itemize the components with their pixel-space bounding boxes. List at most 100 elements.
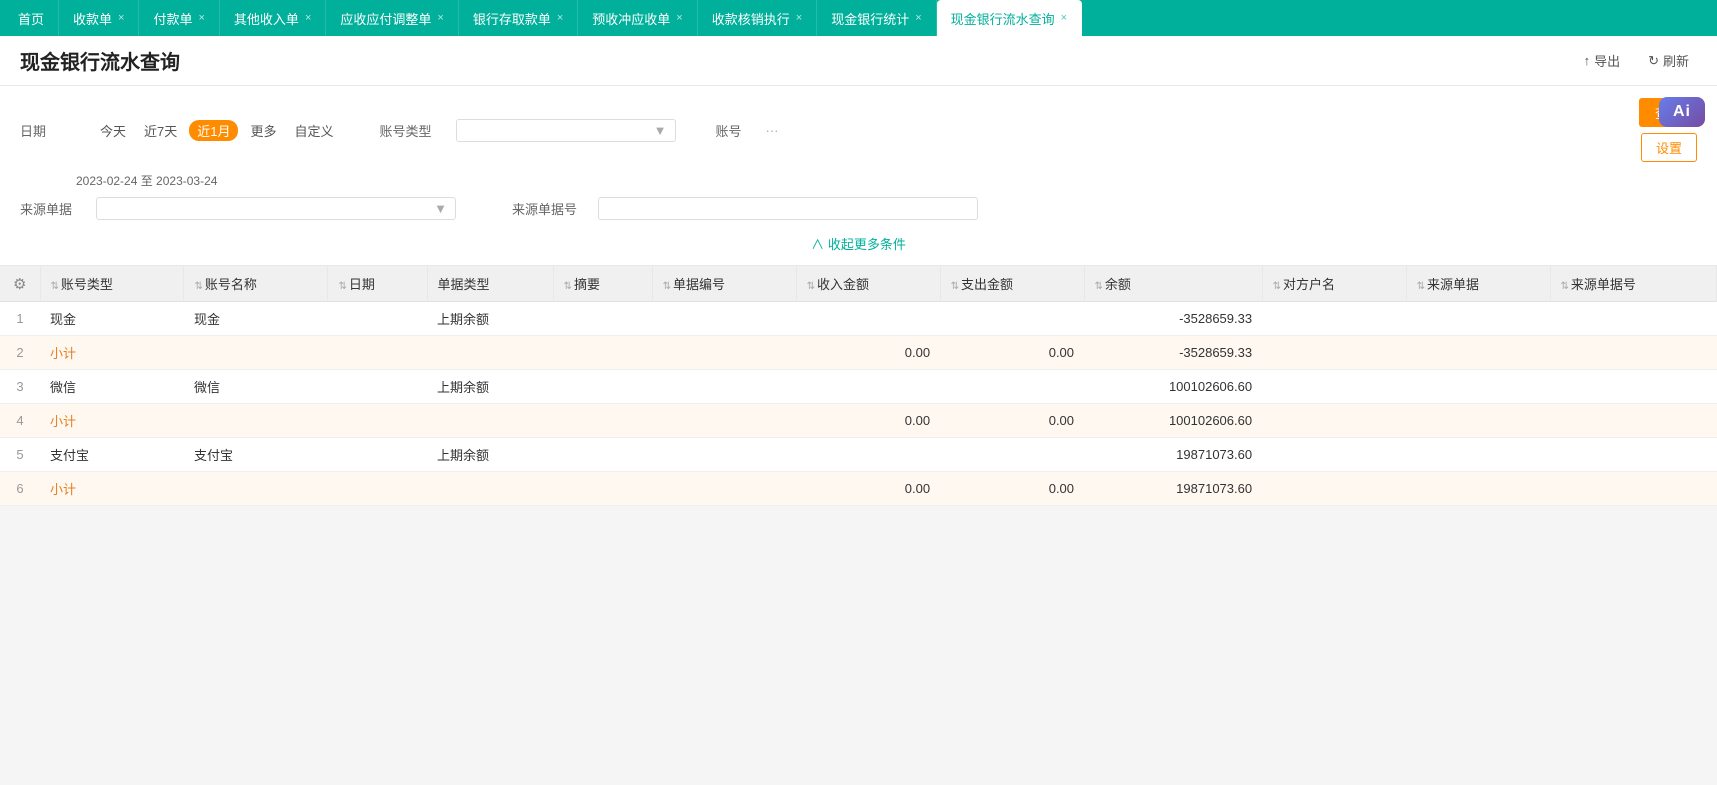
cell-account_type: 微信	[40, 370, 184, 404]
date-1month[interactable]: 近1月	[189, 120, 238, 141]
close-icon[interactable]: ×	[676, 12, 682, 24]
close-icon[interactable]: ×	[557, 12, 563, 24]
close-icon[interactable]: ×	[198, 12, 204, 24]
cell-counterpart	[1262, 302, 1406, 336]
sort-icon: ⇅	[1561, 281, 1569, 292]
th-balance[interactable]: ⇅余额	[1084, 266, 1262, 302]
page-header: 现金银行流水查询 ↑ 导出 ↻ 刷新	[0, 36, 1717, 86]
sort-icon: ⇅	[663, 281, 671, 292]
nav-payment[interactable]: 付款单 ×	[139, 0, 219, 36]
th-counterpart[interactable]: ⇅对方户名	[1262, 266, 1406, 302]
cell-income: 0.00	[796, 404, 940, 438]
cell-doc_no	[652, 472, 796, 506]
th-source-doc[interactable]: ⇅来源单据	[1406, 266, 1550, 302]
cell-doc_type	[427, 472, 553, 506]
th-date[interactable]: ⇅日期	[328, 266, 427, 302]
close-icon[interactable]: ×	[1061, 12, 1067, 24]
cell-account_type: 小计	[40, 472, 184, 506]
settings-button[interactable]: 设置	[1641, 133, 1697, 162]
collapse-bar[interactable]: ∧ 收起更多条件	[20, 230, 1697, 257]
cell-account_name	[184, 404, 328, 438]
table-area: ⚙ ⇅账号类型 ⇅账号名称 ⇅日期 单据类型 ⇅摘要 ⇅单据编号	[0, 266, 1717, 506]
source-doc-select[interactable]: ▼	[96, 197, 456, 220]
cell-source_doc	[1406, 302, 1550, 336]
cell-source_doc	[1406, 336, 1550, 370]
cell-source_doc_no	[1550, 336, 1716, 370]
cell-doc_type	[427, 336, 553, 370]
table-row: 6小计0.000.0019871073.60	[0, 472, 1717, 506]
row-number: 5	[0, 438, 40, 472]
nav-other-income[interactable]: 其他收入单 ×	[220, 0, 326, 36]
date-shortcuts: 今天 近7天 近1月 更多 自定义	[76, 120, 340, 141]
cell-doc_type: 上期余额	[427, 302, 553, 336]
th-account-type[interactable]: ⇅账号类型	[40, 266, 184, 302]
cell-income: 0.00	[796, 336, 940, 370]
sort-icon: ⇅	[807, 281, 815, 292]
nav-bank-deposit[interactable]: 银行存取款单 ×	[459, 0, 578, 36]
table-row: 5支付宝支付宝上期余额19871073.60	[0, 438, 1717, 472]
cell-doc_no	[652, 336, 796, 370]
cell-doc_no	[652, 438, 796, 472]
refresh-button[interactable]: ↻ 刷新	[1640, 47, 1697, 74]
row-number: 3	[0, 370, 40, 404]
nav-writeoff[interactable]: 收款核销执行 ×	[698, 0, 817, 36]
nav-cash-stats[interactable]: 现金银行统计 ×	[817, 0, 936, 36]
cell-account_type: 现金	[40, 302, 184, 336]
close-icon[interactable]: ×	[118, 12, 124, 24]
close-icon[interactable]: ×	[796, 12, 802, 24]
account-type-select[interactable]: ▼	[456, 119, 676, 142]
account-dots[interactable]: ···	[762, 123, 783, 138]
cell-summary	[553, 302, 652, 336]
close-icon[interactable]: ×	[305, 12, 311, 24]
table-row: 3微信微信上期余额100102606.60	[0, 370, 1717, 404]
date-yesterday[interactable]	[76, 129, 88, 131]
cell-counterpart	[1262, 370, 1406, 404]
nav-receipt[interactable]: 收款单 ×	[59, 0, 139, 36]
settings-gear-icon[interactable]: ⚙	[13, 276, 26, 293]
cell-balance: -3528659.33	[1084, 302, 1262, 336]
cell-summary	[553, 370, 652, 404]
cell-account_name: 支付宝	[184, 438, 328, 472]
export-button[interactable]: ↑ 导出	[1576, 47, 1629, 74]
th-doc-no[interactable]: ⇅单据编号	[652, 266, 796, 302]
cell-income: 0.00	[796, 472, 940, 506]
filter-row-date: 日期 今天 近7天 近1月 更多 自定义 账号类型 ▼ 账号 ··· 查询 设置	[20, 98, 1697, 162]
close-icon[interactable]: ×	[437, 12, 443, 24]
ai-badge[interactable]: Ai	[1659, 97, 1705, 127]
cell-counterpart	[1262, 472, 1406, 506]
date-custom[interactable]: 自定义	[289, 120, 340, 141]
th-settings[interactable]: ⚙	[0, 266, 40, 302]
page-title: 现金银行流水查询	[20, 46, 180, 75]
sort-icon: ⇅	[951, 281, 959, 292]
close-icon[interactable]: ×	[915, 12, 921, 24]
export-icon: ↑	[1584, 53, 1591, 68]
nav-home[interactable]: 首页	[4, 0, 59, 36]
th-source-doc-no[interactable]: ⇅来源单据号	[1550, 266, 1716, 302]
row-number: 6	[0, 472, 40, 506]
date-more[interactable]: 更多	[244, 120, 282, 141]
cell-source_doc	[1406, 404, 1550, 438]
date-7days[interactable]: 近7天	[138, 120, 183, 141]
th-doc-type[interactable]: 单据类型	[427, 266, 553, 302]
cell-balance: 19871073.60	[1084, 438, 1262, 472]
cell-doc_no	[652, 302, 796, 336]
cell-income	[796, 438, 940, 472]
cell-counterpart	[1262, 336, 1406, 370]
th-income[interactable]: ⇅收入金额	[796, 266, 940, 302]
nav-adjustment[interactable]: 应收应付调整单 ×	[326, 0, 458, 36]
source-doc-no-input[interactable]	[598, 197, 978, 220]
source-doc-label: 来源单据	[20, 199, 80, 218]
cell-account_name: 微信	[184, 370, 328, 404]
cell-income	[796, 370, 940, 404]
cell-expense: 0.00	[940, 404, 1084, 438]
cell-balance: 100102606.60	[1084, 404, 1262, 438]
th-expense[interactable]: ⇅支出金额	[940, 266, 1084, 302]
date-today[interactable]: 今天	[94, 120, 132, 141]
nav-cash-flow[interactable]: 现金银行流水查询 ×	[937, 0, 1082, 36]
nav-advance[interactable]: 预收冲应收单 ×	[578, 0, 697, 36]
th-summary[interactable]: ⇅摘要	[553, 266, 652, 302]
cell-doc_no	[652, 404, 796, 438]
date-range-display: 2023-02-24 至 2023-03-24	[76, 172, 217, 189]
th-account-name[interactable]: ⇅账号名称	[184, 266, 328, 302]
sort-icon: ⇅	[1417, 281, 1425, 292]
